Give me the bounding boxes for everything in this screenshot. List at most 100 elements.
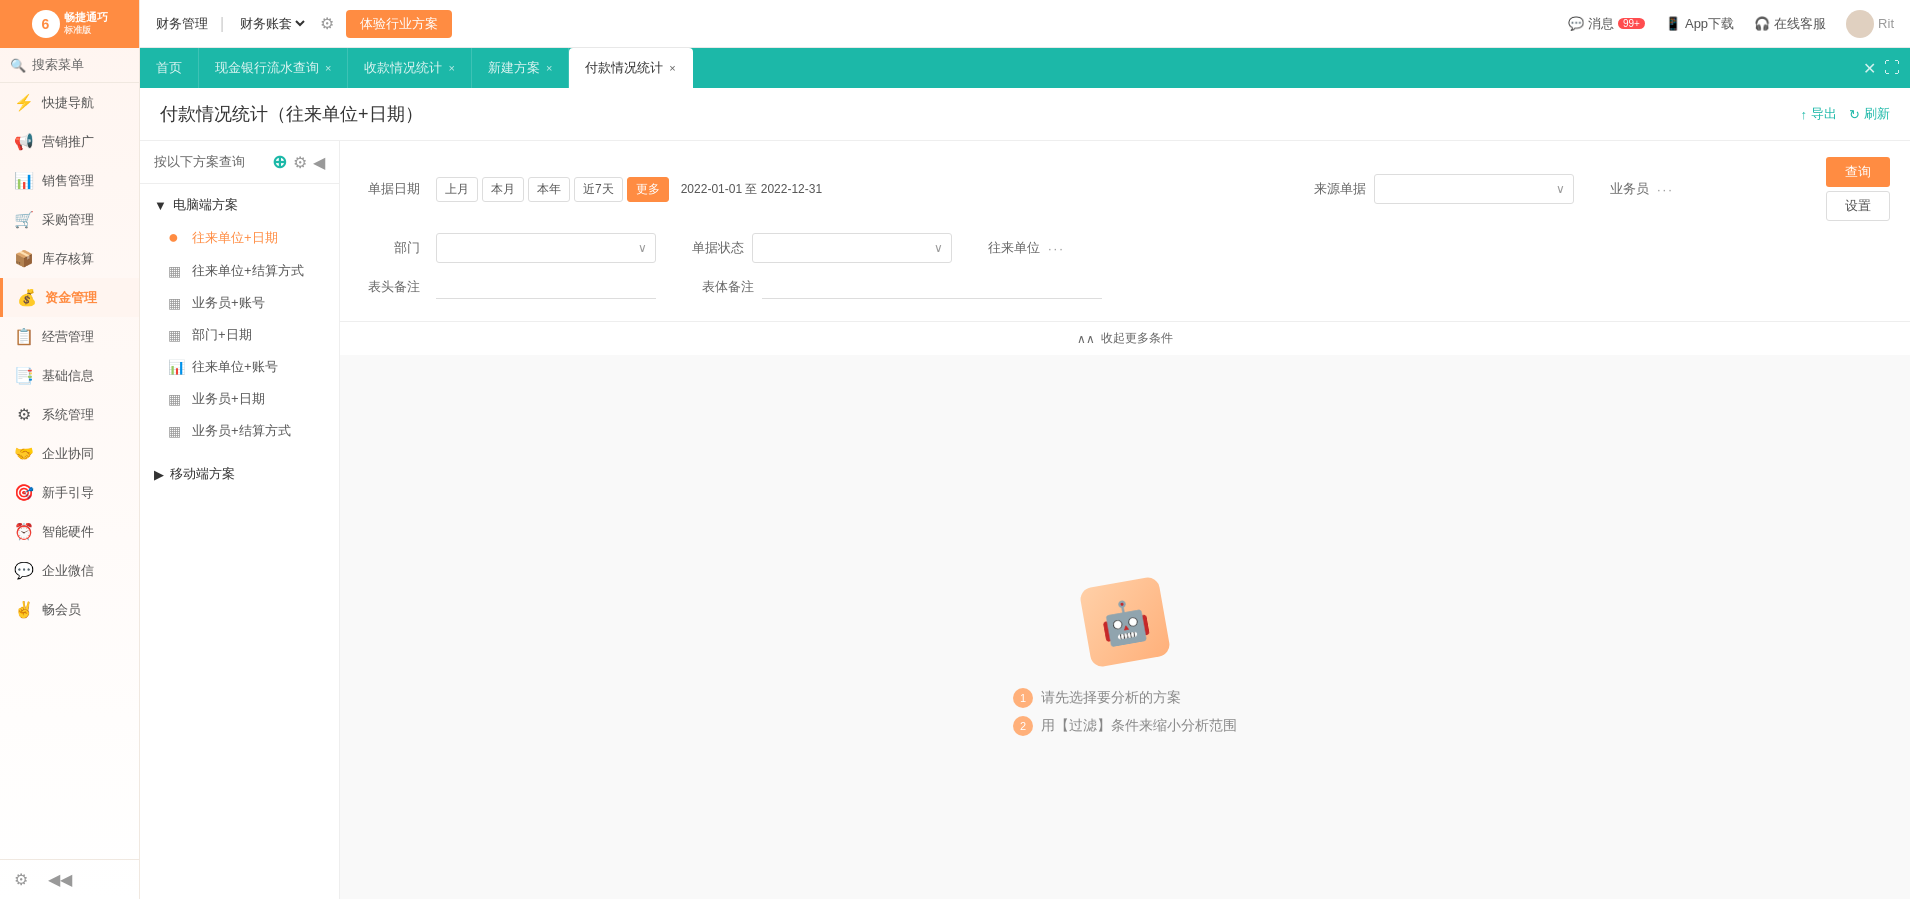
basic-info-icon: 📑 [14,366,34,385]
scheme-add-icon[interactable]: ⊕ [272,151,287,173]
app-download-btn[interactable]: 📱 App下载 [1665,15,1734,33]
sidebar-search[interactable]: 🔍 搜索菜单 [0,48,139,83]
scheme-item-staff-account[interactable]: ▦ 业务员+账号 [140,287,339,319]
trial-btn[interactable]: 体验行业方案 [346,10,452,38]
scheme-collapse-icon[interactable]: ◀ [313,153,325,172]
user-profile[interactable]: Rit [1846,10,1894,38]
header-note-input[interactable] [436,275,656,299]
tab-close-all-btn[interactable]: ✕ [1863,59,1876,78]
messages-label: 消息 [1588,15,1614,33]
sidebar-item-inventory[interactable]: 📦 库存核算 [0,239,139,278]
scheme-item-unit-date[interactable]: ● 往来单位+日期 [140,220,339,255]
scheme-item-icon-staff-date: ▦ [168,391,186,407]
date-btn-last-month[interactable]: 上月 [436,177,478,202]
sidebar-item-operation[interactable]: 📋 经营管理 [0,317,139,356]
sidebar-item-wechat[interactable]: 💬 企业微信 [0,551,139,590]
topbar: 财务管理 | 财务账套 ⚙ 体验行业方案 💬 消息 99+ 📱 App下载 🎧 … [140,0,1910,48]
sidebar-item-label: 基础信息 [42,367,94,385]
online-service-label: 在线客服 [1774,15,1826,33]
online-service-btn[interactable]: 🎧 在线客服 [1754,15,1826,33]
sidebar-item-label: 畅会员 [42,601,81,619]
tab-payment-stats-close[interactable]: × [669,62,675,74]
sidebar-item-system[interactable]: ⚙ 系统管理 [0,395,139,434]
refresh-btn[interactable]: ↻ 刷新 [1849,105,1890,123]
date-btn-7days[interactable]: 近7天 [574,177,623,202]
sidebar-item-basic-info[interactable]: 📑 基础信息 [0,356,139,395]
tab-new-scheme[interactable]: 新建方案 × [472,48,569,88]
tab-home[interactable]: 首页 [140,48,199,88]
scheme-item-staff-date[interactable]: ▦ 业务员+日期 [140,383,339,415]
sidebar-item-finance[interactable]: 💰 资金管理 [0,278,139,317]
sidebar-item-label: 企业协同 [42,445,94,463]
export-btn[interactable]: ↑ 导出 [1801,105,1838,123]
scheme-item-unit-account[interactable]: 📊 往来单位+账号 [140,351,339,383]
tab-receipt-stats-label: 收款情况统计 [364,59,442,77]
sidebar-item-guide[interactable]: 🎯 新手引导 [0,473,139,512]
messages-badge: 99+ [1618,18,1645,29]
date-btn-this-year[interactable]: 本年 [528,177,570,202]
system-icon: ⚙ [14,405,34,424]
app-download-icon: 📱 [1665,16,1681,31]
app-edition: 标准版 [64,24,108,37]
tab-bank-flow-close[interactable]: × [325,62,331,74]
tab-receipt-stats[interactable]: 收款情况统计 × [348,48,471,88]
sidebar-item-quick-nav[interactable]: ⚡ 快捷导航 [0,83,139,122]
settings-filter-btn[interactable]: 设置 [1826,191,1890,221]
tab-new-scheme-label: 新建方案 [488,59,540,77]
scheme-sidebar-header: 按以下方案查询 ⊕ ⚙ ◀ [140,141,339,184]
topbar-account-select[interactable]: 财务账套 [236,15,308,32]
sales-icon: 📊 [14,171,34,190]
sidebar-item-vip[interactable]: ✌ 畅会员 [0,590,139,629]
messages-btn[interactable]: 💬 消息 99+ [1568,15,1645,33]
query-btn[interactable]: 查询 [1826,157,1890,187]
topbar-gear-icon[interactable]: ⚙ [320,14,334,33]
tab-bank-flow[interactable]: 现金银行流水查询 × [199,48,348,88]
sidebar-item-cooperation[interactable]: 🤝 企业协同 [0,434,139,473]
date-btn-more[interactable]: 更多 [627,177,669,202]
filter-row-3: 表头备注 表体备注 [360,275,1890,299]
scheme-settings-icon[interactable]: ⚙ [293,153,307,172]
scheme-item-dept-date[interactable]: ▦ 部门+日期 [140,319,339,351]
sidebar-item-sales[interactable]: 📊 销售管理 [0,161,139,200]
filter-rows: 单据日期 上月 本月 本年 近7天 更多 2022-01-01 至 2022-1… [340,141,1910,321]
scheme-item-label-staff-account: 业务员+账号 [192,294,265,312]
sidebar-item-label: 快捷导航 [42,94,94,112]
tab-expand-btn[interactable]: ⛶ [1884,59,1900,77]
collapse-bottom-icon[interactable]: ◀◀ [48,870,72,889]
date-filter-control: 上月 本月 本年 近7天 更多 2022-01-01 至 2022-12-31 [436,177,1298,202]
page-header: 付款情况统计（往来单位+日期） ↑ 导出 ↻ 刷新 [140,88,1910,141]
sidebar-item-hardware[interactable]: ⏰ 智能硬件 [0,512,139,551]
tab-bank-flow-label: 现金银行流水查询 [215,59,319,77]
empty-tip-1: 1 请先选择要分析的方案 [1013,688,1237,708]
scheme-item-label-staff-date: 业务员+日期 [192,390,265,408]
scheme-item-unit-settle[interactable]: ▦ 往来单位+结算方式 [140,255,339,287]
scheme-item-label-unit-date: 往来单位+日期 [192,229,278,247]
sidebar-item-label: 资金管理 [45,289,97,307]
sidebar-item-purchase[interactable]: 🛒 采购管理 [0,200,139,239]
tab-payment-stats[interactable]: 付款情况统计 × [569,48,692,88]
doc-status-select[interactable]: ∨ [752,233,952,263]
tab-new-scheme-close[interactable]: × [546,62,552,74]
body-note-input[interactable] [762,275,1102,299]
tab-receipt-stats-close[interactable]: × [448,62,454,74]
dept-select[interactable]: ∨ [436,233,656,263]
settings-bottom-icon[interactable]: ⚙ [14,870,28,889]
header-note-label: 表头备注 [360,278,420,296]
topbar-divider: | [220,15,224,33]
guide-icon: 🎯 [14,483,34,502]
sidebar-item-marketing[interactable]: 📢 营销推广 [0,122,139,161]
source-select[interactable]: ∨ [1374,174,1574,204]
collapse-more-btn[interactable]: ∧∧ 收起更多条件 [340,321,1910,355]
tip-num-2: 2 [1013,716,1033,736]
date-range: 2022-01-01 至 2022-12-31 [681,181,822,198]
sidebar-item-label: 库存核算 [42,250,94,268]
scheme-desktop-title[interactable]: ▼ 电脑端方案 [140,190,339,220]
staff-label: 业务员 [1610,180,1649,198]
partner-ellipsis-btn[interactable]: ··· [1048,241,1065,256]
empty-illustration: 🤖 [1075,572,1175,672]
finance-icon: 💰 [17,288,37,307]
scheme-mobile-title[interactable]: ▶ 移动端方案 [140,459,339,489]
staff-ellipsis-btn[interactable]: ··· [1657,182,1674,197]
scheme-item-staff-settle[interactable]: ▦ 业务员+结算方式 [140,415,339,447]
date-btn-this-month[interactable]: 本月 [482,177,524,202]
